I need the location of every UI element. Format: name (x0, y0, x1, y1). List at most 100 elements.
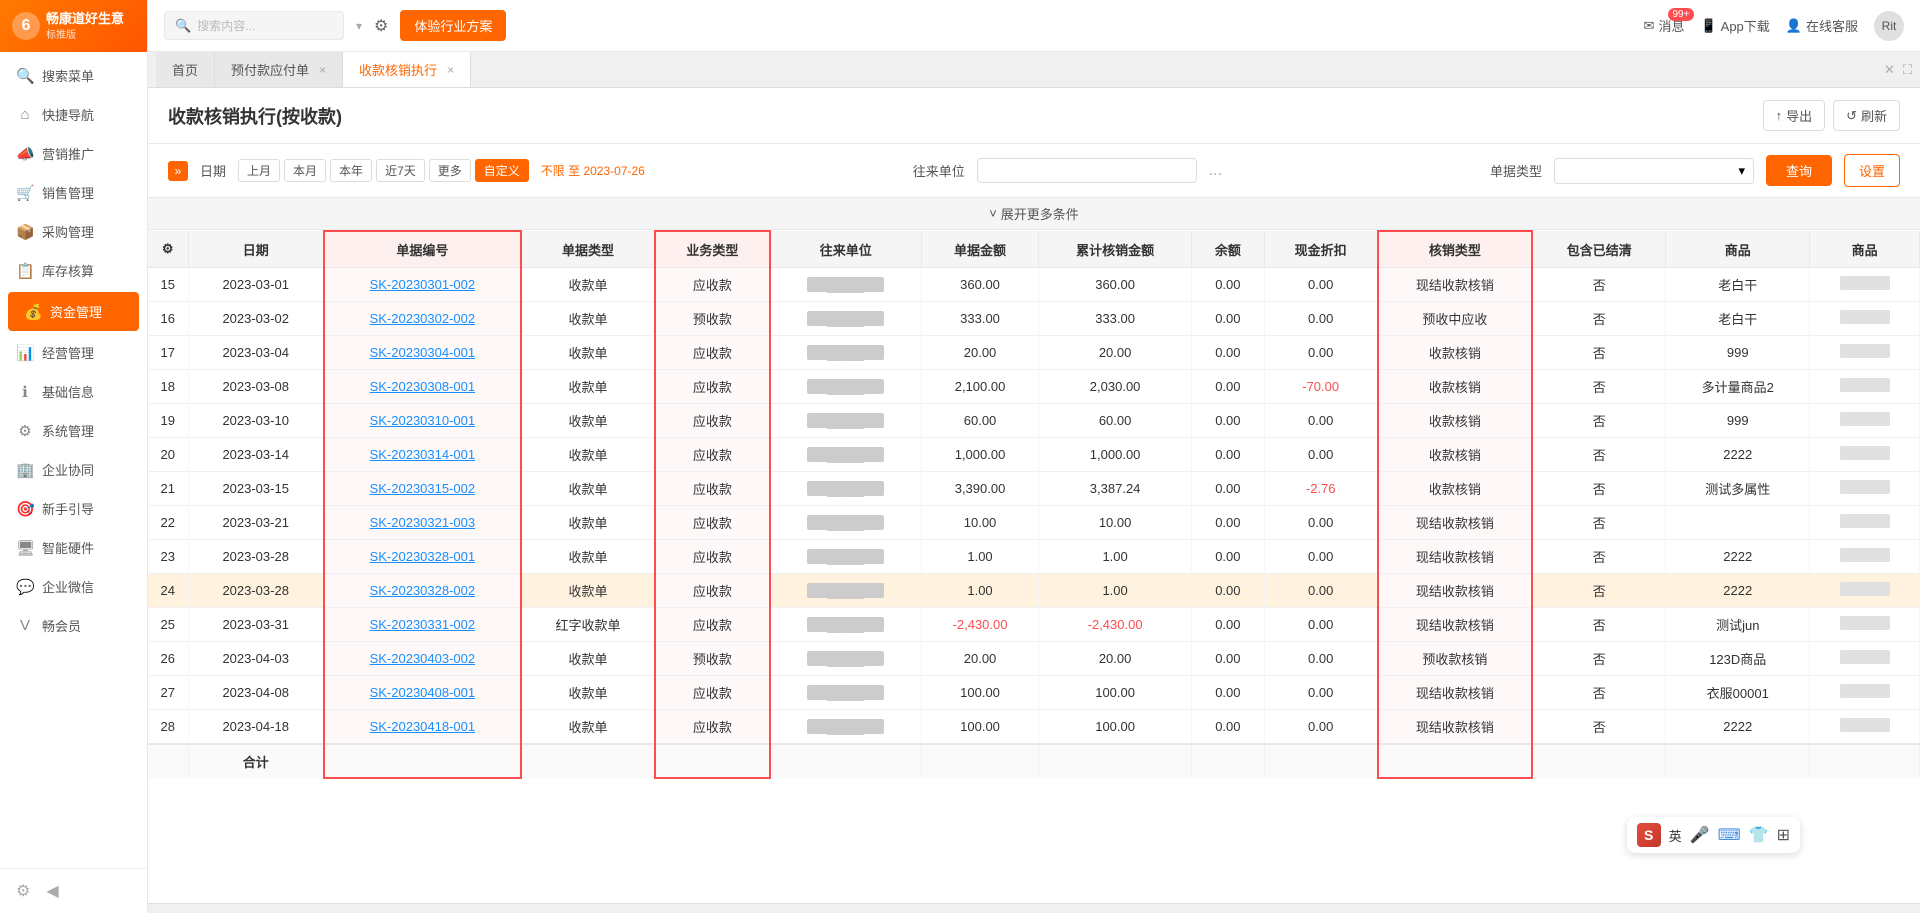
cell-unit: ████ (770, 506, 922, 540)
cell-goods2 (1810, 472, 1920, 506)
cell-acc-amount: 3,387.24 (1039, 472, 1192, 506)
col-settings[interactable]: ⚙ (148, 231, 188, 268)
sidebar-icon-inventory: 📋 (16, 262, 34, 280)
bill-no-link[interactable]: SK-20230310-001 (370, 413, 476, 428)
cell-cash-discount: 0.00 (1264, 268, 1378, 302)
export-button[interactable]: ↑ 导出 (1763, 100, 1826, 131)
cell-include-cleared: 否 (1532, 472, 1666, 506)
custom-date-btn[interactable]: 自定义 (475, 159, 529, 182)
sidebar-item-quick[interactable]: ⌂快捷导航 (0, 95, 147, 134)
sidebar-item-member[interactable]: V畅会员 (0, 606, 147, 645)
bill-no-link[interactable]: SK-20230304-001 (370, 345, 476, 360)
tab-prepay[interactable]: 预付款应付单 × (215, 52, 343, 87)
filter-area: » 日期 上月 本月 本年 近7天 更多 自定义 不限 至 2023-07-26… (148, 144, 1920, 198)
dropdown-icon[interactable]: ▾ (356, 19, 362, 33)
sidebar-item-purchase[interactable]: 📦采购管理 (0, 212, 147, 251)
tab-home[interactable]: 首页 (156, 52, 215, 87)
filter-dots[interactable]: ... (1209, 162, 1222, 180)
online-service-button[interactable]: 👤 在线客服 (1786, 16, 1858, 35)
tab-home-label: 首页 (172, 60, 198, 79)
sidebar-label-search: 搜索菜单 (42, 66, 94, 85)
sidebar-label-basic: 基础信息 (42, 382, 94, 401)
more-date-btn[interactable]: 更多 (429, 159, 471, 182)
sidebar-item-inventory[interactable]: 📋库存核算 (0, 251, 147, 290)
sidebar-item-system[interactable]: ⚙系统管理 (0, 411, 147, 450)
collapse-icon[interactable]: ◀ (46, 881, 58, 901)
cell-balance: 0.00 (1192, 710, 1265, 745)
sidebar-item-operation[interactable]: 📊经营管理 (0, 333, 147, 372)
sidebar-icon-basic: ℹ (16, 383, 34, 401)
bill-no-link[interactable]: SK-20230331-002 (370, 617, 476, 632)
expand-conditions-bar[interactable]: ˅ 展开更多条件 (148, 198, 1920, 230)
bill-no-link[interactable]: SK-20230403-002 (370, 651, 476, 666)
topbar-search[interactable]: 🔍 搜索内容... (164, 11, 344, 40)
tab-collection[interactable]: 收款核销执行 × (343, 52, 471, 87)
cell-goods: 123D商品 (1666, 642, 1810, 676)
avatar[interactable]: Rit (1874, 11, 1904, 41)
table-row: 21 2023-03-15 SK-20230315-002 收款单 应收款 ██… (148, 472, 1920, 506)
bill-no-link[interactable]: SK-20230328-001 (370, 549, 476, 564)
table-footer-row: 合计 (148, 744, 1920, 778)
this-year-btn[interactable]: 本年 (330, 159, 372, 182)
bill-no-link[interactable]: SK-20230321-003 (370, 515, 476, 530)
this-month-btn[interactable]: 本月 (284, 159, 326, 182)
cell-seq: 17 (148, 336, 188, 370)
tab-expand-icon[interactable]: ⛶ (1903, 62, 1912, 78)
horizontal-scrollbar[interactable] (148, 903, 1920, 913)
col-date: 日期 (188, 231, 324, 268)
bill-no-link[interactable]: SK-20230301-002 (370, 277, 476, 292)
bill-no-link[interactable]: SK-20230418-001 (370, 719, 476, 734)
last-month-btn[interactable]: 上月 (238, 159, 280, 182)
cell-acc-amount: 1.00 (1039, 540, 1192, 574)
cell-seq: 20 (148, 438, 188, 472)
cell-seq: 28 (148, 710, 188, 745)
cell-include-cleared: 否 (1532, 608, 1666, 642)
cell-include-cleared: 否 (1532, 370, 1666, 404)
tab-close-all-icon[interactable]: ✕ (1884, 62, 1895, 78)
footer-bill-type (521, 744, 655, 778)
message-button[interactable]: ✉ 消息 99+ (1644, 16, 1685, 35)
watermark-shirt-icon: 👕 (1749, 825, 1769, 845)
refresh-button[interactable]: ↺ 刷新 (1833, 100, 1900, 131)
bill-no-link[interactable]: SK-20230308-001 (370, 379, 476, 394)
unit-filter-input[interactable] (977, 158, 1197, 183)
sidebar-item-search[interactable]: 🔍搜索菜单 (0, 56, 147, 95)
gear-icon[interactable]: ⚙ (374, 16, 388, 36)
industry-solution-button[interactable]: 体验行业方案 (400, 10, 506, 41)
cell-bill-type: 收款单 (521, 506, 655, 540)
cell-balance: 0.00 (1192, 438, 1265, 472)
filter-collapse-btn[interactable]: » (168, 161, 188, 181)
query-button[interactable]: 查询 (1766, 155, 1832, 186)
bill-type-select[interactable]: ▾ (1554, 158, 1754, 184)
tab-collection-close[interactable]: × (447, 63, 454, 77)
sidebar-item-device[interactable]: 🖥智能硬件 (0, 528, 147, 567)
cell-date: 2023-04-08 (188, 676, 324, 710)
cell-goods: 2222 (1666, 540, 1810, 574)
cell-amount: 20.00 (921, 336, 1038, 370)
sidebar-item-basic[interactable]: ℹ 基础信息 (0, 372, 147, 411)
settings-button[interactable]: 设置 (1844, 154, 1900, 187)
cell-amount: 100.00 (921, 710, 1038, 745)
bill-no-link[interactable]: SK-20230314-001 (370, 447, 476, 462)
tab-prepay-close[interactable]: × (319, 63, 326, 77)
table-header-row: ⚙ 日期 单据编号 单据类型 业务类型 往来单位 单据金额 累计核销金额 余额 … (148, 231, 1920, 268)
sidebar-item-corp[interactable]: 🏢企业协同 (0, 450, 147, 489)
sidebar-item-guide[interactable]: 🎯新手引导 (0, 489, 147, 528)
sidebar-item-sales[interactable]: 🛒销售管理 (0, 173, 147, 212)
sidebar-item-wechat[interactable]: 💬企业微信 (0, 567, 147, 606)
cell-goods2 (1810, 336, 1920, 370)
settings-bottom-icon[interactable]: ⚙ (16, 881, 30, 901)
bill-no-link[interactable]: SK-20230315-002 (370, 481, 476, 496)
cell-bill-no: SK-20230304-001 (324, 336, 521, 370)
sidebar-item-finance[interactable]: 💰资金管理 (8, 292, 139, 331)
sidebar-label-operation: 经营管理 (42, 343, 94, 362)
app-download-button[interactable]: 📱 App下载 (1700, 16, 1769, 35)
cell-biz-type: 应收款 (655, 268, 769, 302)
cell-biz-type: 应收款 (655, 336, 769, 370)
bill-no-link[interactable]: SK-20230408-001 (370, 685, 476, 700)
bill-no-link[interactable]: SK-20230328-002 (370, 583, 476, 598)
bill-no-link[interactable]: SK-20230302-002 (370, 311, 476, 326)
sidebar-item-marketing[interactable]: 📣营销推广 (0, 134, 147, 173)
last-7-days-btn[interactable]: 近7天 (376, 159, 425, 182)
cell-goods2 (1810, 404, 1920, 438)
